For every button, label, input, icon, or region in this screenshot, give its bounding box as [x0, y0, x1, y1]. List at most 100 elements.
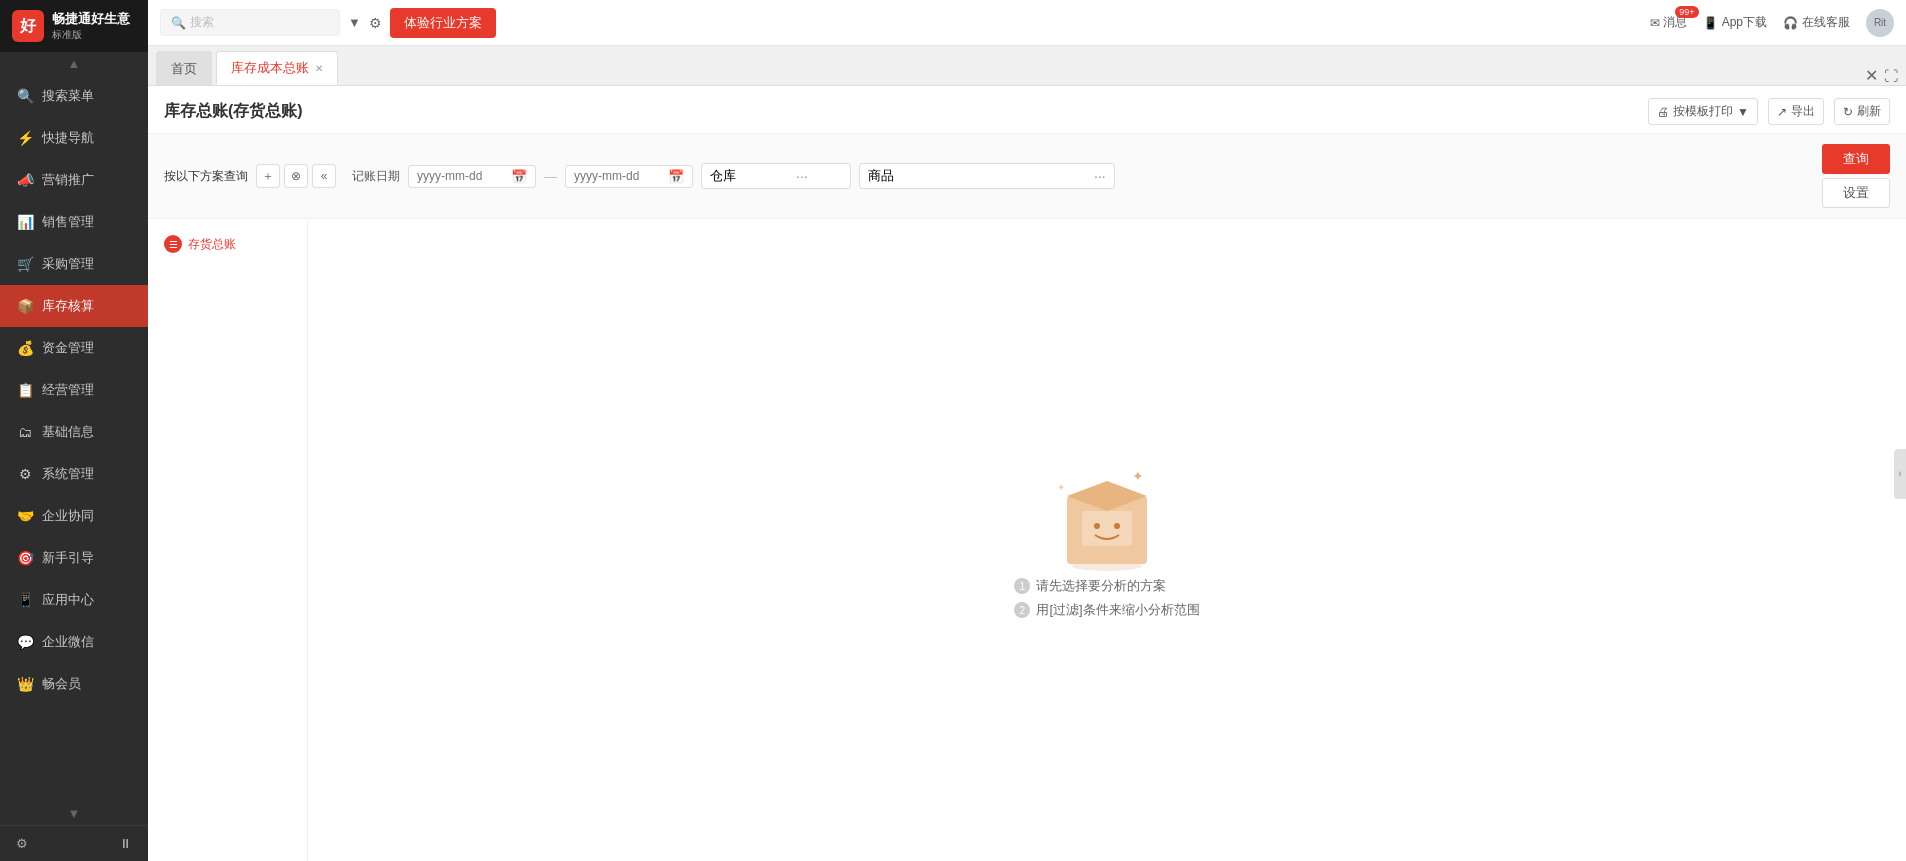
- print-icon: 🖨: [1657, 105, 1669, 119]
- filter-area: 按以下方案查询 ＋ ⊗ « 记账日期 📅 — 📅 仓库 ··· 商品: [148, 134, 1906, 219]
- settings-gear-btn[interactable]: ⚙: [16, 836, 28, 851]
- export-btn[interactable]: ↗ 导出: [1768, 98, 1824, 125]
- filter-label: 按以下方案查询: [164, 168, 248, 185]
- warehouse-select[interactable]: 仓库 ···: [701, 163, 851, 189]
- empty-hint: 1 请先选择要分析的方案 2 用[过滤]条件来缩小分析范围: [1014, 577, 1199, 619]
- logo-icon: 好: [12, 10, 44, 42]
- svg-point-4: [1094, 523, 1100, 529]
- svg-text:✦: ✦: [1132, 468, 1144, 484]
- scheme-icon: ☰: [164, 235, 182, 253]
- guide-icon: 🎯: [16, 550, 34, 566]
- app-download-btn[interactable]: 📱 App下载: [1703, 14, 1767, 31]
- dropdown-arrow-icon[interactable]: ▼: [348, 15, 361, 30]
- content-body: ☰ 存货总账: [148, 219, 1906, 861]
- refresh-btn[interactable]: ↻ 刷新: [1834, 98, 1890, 125]
- message-icon: ✉: [1650, 16, 1660, 30]
- filter-right-btns: 查询 设置: [1822, 144, 1890, 208]
- appstore-icon: 📱: [16, 592, 34, 608]
- sidebar-item-appstore[interactable]: 📱 应用中心: [0, 579, 148, 621]
- tab-close-window-icon[interactable]: ✕: [1865, 66, 1878, 85]
- sidebar-logo: 好 畅捷通好生意 标准版: [0, 0, 148, 52]
- page-actions: 🖨 按模板打印 ▼ ↗ 导出 ↻ 刷新: [1648, 98, 1890, 125]
- search-small-icon: 🔍: [171, 16, 186, 30]
- page-title: 库存总账(存货总账): [164, 101, 303, 122]
- tab-expand-icon[interactable]: ⛶: [1884, 68, 1898, 84]
- sidebar-item-marketing[interactable]: 📣 营销推广: [0, 159, 148, 201]
- sidebar-item-guide[interactable]: 🎯 新手引导: [0, 537, 148, 579]
- settings-btn[interactable]: 设置: [1822, 178, 1890, 208]
- right-collapse-handle[interactable]: ›: [1894, 449, 1906, 499]
- tab-inventory-ledger[interactable]: 库存成本总账 ✕: [216, 51, 338, 85]
- sidebar-item-operation[interactable]: 📋 经营管理: [0, 369, 148, 411]
- sidebar-item-quick-nav[interactable]: ⚡ 快捷导航: [0, 117, 148, 159]
- warehouse-label: 仓库: [710, 167, 736, 185]
- topbar-settings-icon[interactable]: ⚙: [369, 15, 382, 31]
- sidebar-item-basic[interactable]: 🗂 基础信息: [0, 411, 148, 453]
- tab-close-icon[interactable]: ✕: [315, 63, 323, 74]
- empty-illustration: ✦ ✦: [1047, 461, 1167, 561]
- sidebar-item-sales[interactable]: 📊 销售管理: [0, 201, 148, 243]
- empty-state: ✦ ✦ 1 请先选择要分析的方案 2 用[过滤]条件来缩小分析范围: [308, 219, 1906, 861]
- query-btn[interactable]: 查询: [1822, 144, 1890, 174]
- sidebar-item-purchase[interactable]: 🛒 采购管理: [0, 243, 148, 285]
- online-service-btn[interactable]: 🎧 在线客服: [1783, 14, 1850, 31]
- page-header: 库存总账(存货总账) 🖨 按模板打印 ▼ ↗ 导出 ↻ 刷新: [148, 86, 1906, 134]
- user-avatar[interactable]: Rit: [1866, 9, 1894, 37]
- sidebar-item-finance[interactable]: 💰 资金管理: [0, 327, 148, 369]
- sales-icon: 📊: [16, 214, 34, 230]
- svg-point-5: [1114, 523, 1120, 529]
- sidebar-collapse-btn[interactable]: ⏸: [119, 836, 132, 851]
- marketing-icon: 📣: [16, 172, 34, 188]
- headset-icon: 🎧: [1783, 16, 1798, 30]
- date-start-input[interactable]: 📅: [408, 165, 536, 188]
- message-badge: 99+: [1675, 6, 1698, 18]
- date-start-field[interactable]: [417, 169, 507, 183]
- topbar: 🔍 搜索 ▼ ⚙ 体验行业方案 ✉ 消息 99+ 📱 App下载 🎧 在线客服 …: [148, 0, 1906, 46]
- operation-icon: 📋: [16, 382, 34, 398]
- calendar-start-icon[interactable]: 📅: [511, 169, 527, 184]
- scheme-panel: ☰ 存货总账: [148, 219, 308, 861]
- date-end-input[interactable]: 📅: [565, 165, 693, 188]
- print-btn[interactable]: 🖨 按模板打印 ▼: [1648, 98, 1758, 125]
- goods-label: 商品: [868, 167, 894, 185]
- main-area: 🔍 搜索 ▼ ⚙ 体验行业方案 ✉ 消息 99+ 📱 App下载 🎧 在线客服 …: [148, 0, 1906, 861]
- search-icon: 🔍: [16, 88, 34, 104]
- hint-item-1: 1 请先选择要分析的方案: [1014, 577, 1199, 595]
- topbar-left: 🔍 搜索 ▼ ⚙ 体验行业方案: [160, 8, 496, 38]
- enterprise-icon: 🤝: [16, 508, 34, 524]
- topbar-right: ✉ 消息 99+ 📱 App下载 🎧 在线客服 Rit: [1650, 9, 1894, 37]
- sidebar-item-member[interactable]: 👑 畅会员: [0, 663, 148, 705]
- refresh-icon: ↻: [1843, 105, 1853, 119]
- sidebar-item-inventory[interactable]: 📦 库存核算: [0, 285, 148, 327]
- filter-add-btn[interactable]: ＋: [256, 164, 280, 188]
- warehouse-more-icon: ···: [796, 168, 808, 184]
- goods-select[interactable]: 商品 ···: [859, 163, 1115, 189]
- hint-num-1: 1: [1014, 578, 1030, 594]
- sidebar-item-wechat[interactable]: 💬 企业微信: [0, 621, 148, 663]
- sidebar-footer: ⚙ ⏸: [0, 825, 148, 861]
- filter-collapse-btn[interactable]: «: [312, 164, 336, 188]
- content-area: 库存总账(存货总账) 🖨 按模板打印 ▼ ↗ 导出 ↻ 刷新 按以下方案查询: [148, 86, 1906, 861]
- phone-icon: 📱: [1703, 16, 1718, 30]
- sidebar-item-system[interactable]: ⚙ 系统管理: [0, 453, 148, 495]
- topbar-search-box[interactable]: 🔍 搜索: [160, 9, 340, 36]
- sidebar: 好 畅捷通好生意 标准版 ▲ 🔍 搜索菜单 ⚡ 快捷导航 📣 营销推广 📊 销售…: [0, 0, 148, 861]
- sidebar-nav: 🔍 搜索菜单 ⚡ 快捷导航 📣 营销推广 📊 销售管理 🛒 采购管理 📦 库存核…: [0, 75, 148, 802]
- date-end-field[interactable]: [574, 169, 664, 183]
- sidebar-scroll-up[interactable]: ▲: [0, 52, 148, 75]
- date-separator: —: [544, 169, 557, 184]
- search-text: 搜索: [190, 14, 214, 31]
- message-btn[interactable]: ✉ 消息 99+: [1650, 14, 1687, 31]
- inventory-icon: 📦: [16, 298, 34, 314]
- scheme-item-inventory[interactable]: ☰ 存货总账: [156, 227, 299, 261]
- tabbar: 首页 库存成本总账 ✕ ✕ ⛶: [148, 46, 1906, 86]
- calendar-end-icon[interactable]: 📅: [668, 169, 684, 184]
- industry-btn[interactable]: 体验行业方案: [390, 8, 496, 38]
- svg-rect-3: [1082, 511, 1132, 546]
- hint-item-2: 2 用[过滤]条件来缩小分析范围: [1014, 601, 1199, 619]
- filter-reset-btn[interactable]: ⊗: [284, 164, 308, 188]
- sidebar-item-search[interactable]: 🔍 搜索菜单: [0, 75, 148, 117]
- sidebar-scroll-down[interactable]: ▼: [0, 802, 148, 825]
- tab-home[interactable]: 首页: [156, 51, 212, 85]
- sidebar-item-enterprise[interactable]: 🤝 企业协同: [0, 495, 148, 537]
